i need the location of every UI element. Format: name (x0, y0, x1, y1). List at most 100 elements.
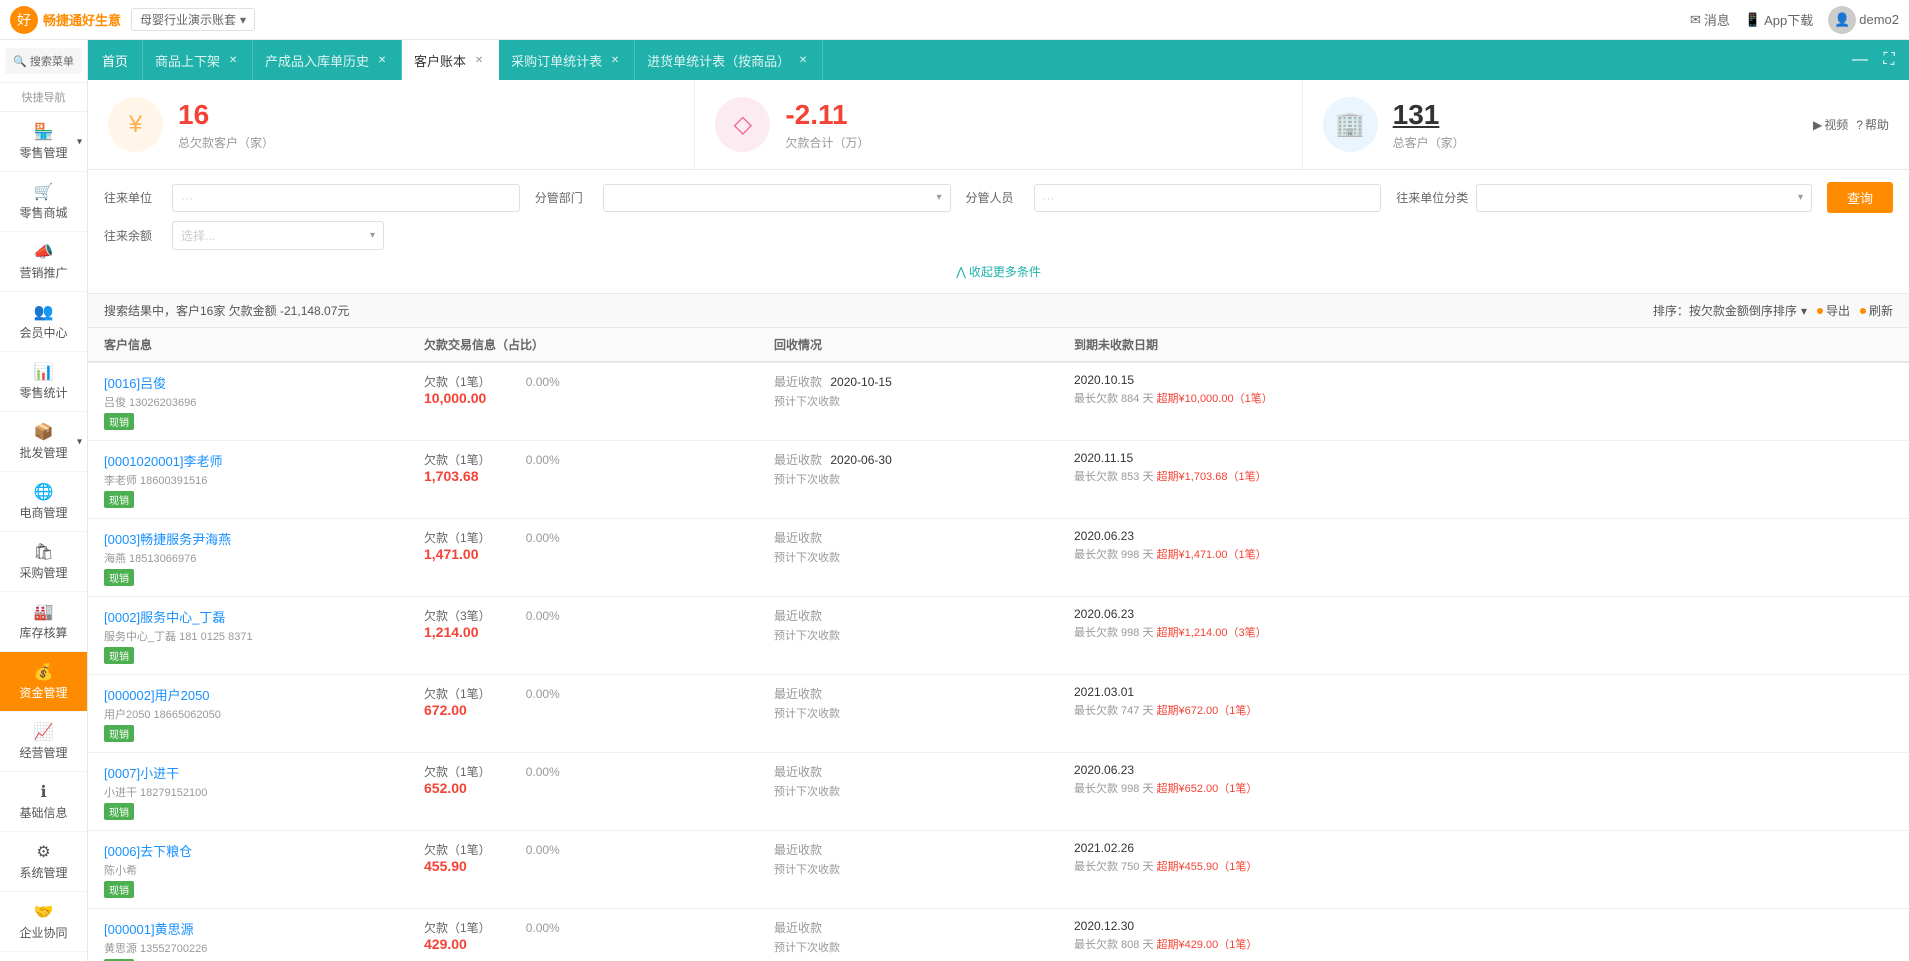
sidebar: 🔍 搜索菜单 快捷导航 🏪 零售管理 ▾ 🛒 零售商城 📣 营销推广 👥 会员中… (0, 40, 88, 961)
top-bar: 好 畅捷通好生意 母婴行业演示账套 ▾ ✉ 消息 📱 App下载 👤 demo2 (0, 0, 1909, 40)
overdue-amount[interactable]: 超期¥455.90（1笔） (1157, 861, 1258, 873)
tab-home[interactable]: 首页 (88, 40, 143, 80)
table-row: [0002]服务中心_丁磊 服务中心_丁磊 181 0125 8371 现销 欠… (88, 597, 1909, 675)
filter-dept-select[interactable]: ▾ (603, 184, 951, 212)
help-btn[interactable]: ? 帮助 (1856, 116, 1889, 133)
customer-info-cell: [0002]服务中心_丁磊 服务中心_丁磊 181 0125 8371 现销 (104, 607, 424, 664)
tab-close-icon[interactable]: ✕ (796, 53, 810, 67)
col-header-due: 到期未收款日期 (1074, 336, 1893, 353)
sidebar-item-basic-info[interactable]: ℹ 基础信息 (0, 772, 87, 832)
tab-product-shelves[interactable]: 商品上下架 ✕ (143, 40, 253, 80)
sidebar-item-enterprise[interactable]: 🤝 企业协同 (0, 892, 87, 952)
last-collect-label: 最近收款 (774, 609, 822, 623)
debt-amount[interactable]: 1,471.00 (424, 546, 491, 562)
message-btn[interactable]: ✉ 消息 (1690, 10, 1730, 29)
filter-row-1: 往来单位 ··· 分管部门 ▾ 分管人员 (104, 182, 1893, 213)
debt-amount[interactable]: 10,000.00 (424, 390, 491, 406)
sidebar-item-member-center[interactable]: 👥 会员中心 (0, 292, 87, 352)
tab-customer-account[interactable]: 客户账本 ✕ (402, 40, 499, 80)
export-button[interactable]: 导出 (1817, 302, 1850, 319)
overdue-info: 最长欠款 750 天 超期¥455.90（1笔） (1074, 858, 1893, 874)
overdue-amount[interactable]: 超期¥1,214.00（3笔） (1157, 627, 1267, 639)
customer-phone: 吕俊 13026203696 (104, 394, 424, 410)
ecommerce-icon: 🌐 (5, 482, 82, 502)
sidebar-item-guide[interactable]: 🆕 新手引导 (0, 952, 87, 961)
customers-card-icon: 🏢 (1323, 97, 1378, 152)
overdue-amount[interactable]: 超期¥1,471.00（1笔） (1157, 549, 1267, 561)
sidebar-item-retail-mgmt[interactable]: 🏪 零售管理 ▾ (0, 112, 87, 172)
overdue-amount[interactable]: 超期¥672.00（1笔） (1157, 705, 1258, 717)
collection-cell: 最近收款 预计下次收款 (774, 685, 1074, 721)
sidebar-item-retail-stats[interactable]: 📊 零售统计 (0, 352, 87, 412)
user-profile[interactable]: 👤 demo2 (1828, 6, 1899, 34)
store-selector[interactable]: 母婴行业演示账套 ▾ (131, 8, 255, 31)
customer-phone: 用户2050 18665062050 (104, 706, 424, 722)
debt-amount[interactable]: 652.00 (424, 780, 491, 796)
system-icon: ⚙ (5, 842, 82, 862)
last-collect-label: 最近收款 (774, 453, 822, 467)
app-download-btn[interactable]: 📱 App下载 (1745, 10, 1813, 29)
debt-row: 欠款（1笔） 429.00 0.00% (424, 919, 774, 952)
filter-balance-select[interactable]: 选择... ▾ (172, 221, 384, 250)
debt-count: 欠款（1笔） (424, 763, 491, 780)
sidebar-item-marketing[interactable]: 📣 营销推广 (0, 232, 87, 292)
filter-category-select[interactable]: ▾ (1476, 184, 1812, 212)
overdue-days: 最长欠款 750 天 (1074, 861, 1153, 873)
debt-label: 欠款合计（万） (785, 134, 869, 151)
refresh-button[interactable]: 刷新 (1860, 302, 1893, 319)
overdue-amount[interactable]: 超期¥652.00（1笔） (1157, 783, 1258, 795)
filter-manager-input[interactable]: ··· (1034, 184, 1382, 212)
customer-name[interactable]: [0007]小进干 (104, 763, 424, 782)
minimize-icon[interactable]: — (1848, 48, 1872, 72)
customer-name[interactable]: [0002]服务中心_丁磊 (104, 607, 424, 626)
maximize-icon[interactable]: ⛶ (1877, 48, 1901, 72)
customer-name[interactable]: [0016]吕俊 (104, 373, 424, 392)
sidebar-item-purchase[interactable]: 🛍 采购管理 (0, 532, 87, 592)
expand-arrow-icon: ▾ (77, 436, 82, 447)
search-menu-button[interactable]: 🔍 搜索菜单 (5, 48, 82, 74)
customer-name[interactable]: [0006]去下粮仓 (104, 841, 424, 860)
overdue-amount[interactable]: 超期¥1,703.68（1笔） (1157, 471, 1267, 483)
sidebar-item-operations[interactable]: 📈 经营管理 (0, 712, 87, 772)
video-btn[interactable]: ▶ 视频 (1813, 116, 1848, 133)
customer-name[interactable]: [0003]畅捷服务尹海燕 (104, 529, 424, 548)
filter-vendor-input[interactable]: ··· (172, 184, 520, 212)
tab-inbound-stats[interactable]: 进货单统计表（按商品） ✕ (635, 40, 823, 80)
debt-ratio: 0.00% (526, 765, 560, 779)
overdue-info: 最长欠款 747 天 超期¥672.00（1笔） (1074, 702, 1893, 718)
table-row: [0006]去下粮仓 陈小希 现销 欠款（1笔） 455.90 0.00% 最近… (88, 831, 1909, 909)
due-date-cell: 2021.02.26 最长欠款 750 天 超期¥455.90（1笔） (1074, 841, 1893, 874)
customer-name[interactable]: [0001020001]李老师 (104, 451, 424, 470)
last-collect-label: 最近收款 (774, 531, 822, 545)
customer-name[interactable]: [000001]黄思源 (104, 919, 424, 938)
sidebar-item-retail-mall[interactable]: 🛒 零售商城 (0, 172, 87, 232)
sidebar-item-system-mgmt[interactable]: ⚙ 系统管理 (0, 832, 87, 892)
sidebar-item-wholesale[interactable]: 📦 批发管理 ▾ (0, 412, 87, 472)
debt-amount[interactable]: 455.90 (424, 858, 491, 874)
table-row: [0001020001]李老师 李老师 18600391516 现销 欠款（1笔… (88, 441, 1909, 519)
sidebar-item-ecommerce[interactable]: 🌐 电商管理 (0, 472, 87, 532)
search-button[interactable]: 查询 (1827, 182, 1893, 213)
sort-selector[interactable]: 排序：按欠款金额倒序排序 ▾ (1653, 302, 1807, 319)
debt-amount[interactable]: 1,703.68 (424, 468, 491, 484)
overdue-info: 最长欠款 808 天 超期¥429.00（1笔） (1074, 936, 1893, 952)
tab-close-icon[interactable]: ✕ (472, 53, 486, 67)
customer-phone: 小进干 18279152100 (104, 784, 424, 800)
tab-purchase-order-stats[interactable]: 采购订单统计表 ✕ (499, 40, 635, 80)
summary-card-debt-total: ◇ -2.11 欠款合计（万） (695, 80, 1302, 169)
overdue-amount[interactable]: 超期¥429.00（1笔） (1157, 939, 1258, 951)
customer-name[interactable]: [000002]用户2050 (104, 685, 424, 704)
sidebar-item-finance[interactable]: 💰 资金管理 (0, 652, 87, 712)
debt-amount[interactable]: 672.00 (424, 702, 491, 718)
debt-amount[interactable]: 429.00 (424, 936, 491, 952)
debt-amount[interactable]: 1,214.00 (424, 624, 491, 640)
sidebar-item-inventory[interactable]: 🏭 库存核算 (0, 592, 87, 652)
tab-close-icon[interactable]: ✕ (608, 53, 622, 67)
card-actions: ▶ 视频 ? 帮助 (1813, 116, 1889, 133)
overdue-amount[interactable]: 超期¥10,000.00（1笔） (1157, 393, 1273, 405)
wholesale-icon: 📦 (5, 422, 82, 442)
tab-finished-goods[interactable]: 产成品入库单历史 ✕ (253, 40, 402, 80)
tab-close-icon[interactable]: ✕ (375, 53, 389, 67)
tab-close-icon[interactable]: ✕ (226, 53, 240, 67)
collapse-button[interactable]: ⋀ 收起更多条件 (956, 263, 1041, 280)
